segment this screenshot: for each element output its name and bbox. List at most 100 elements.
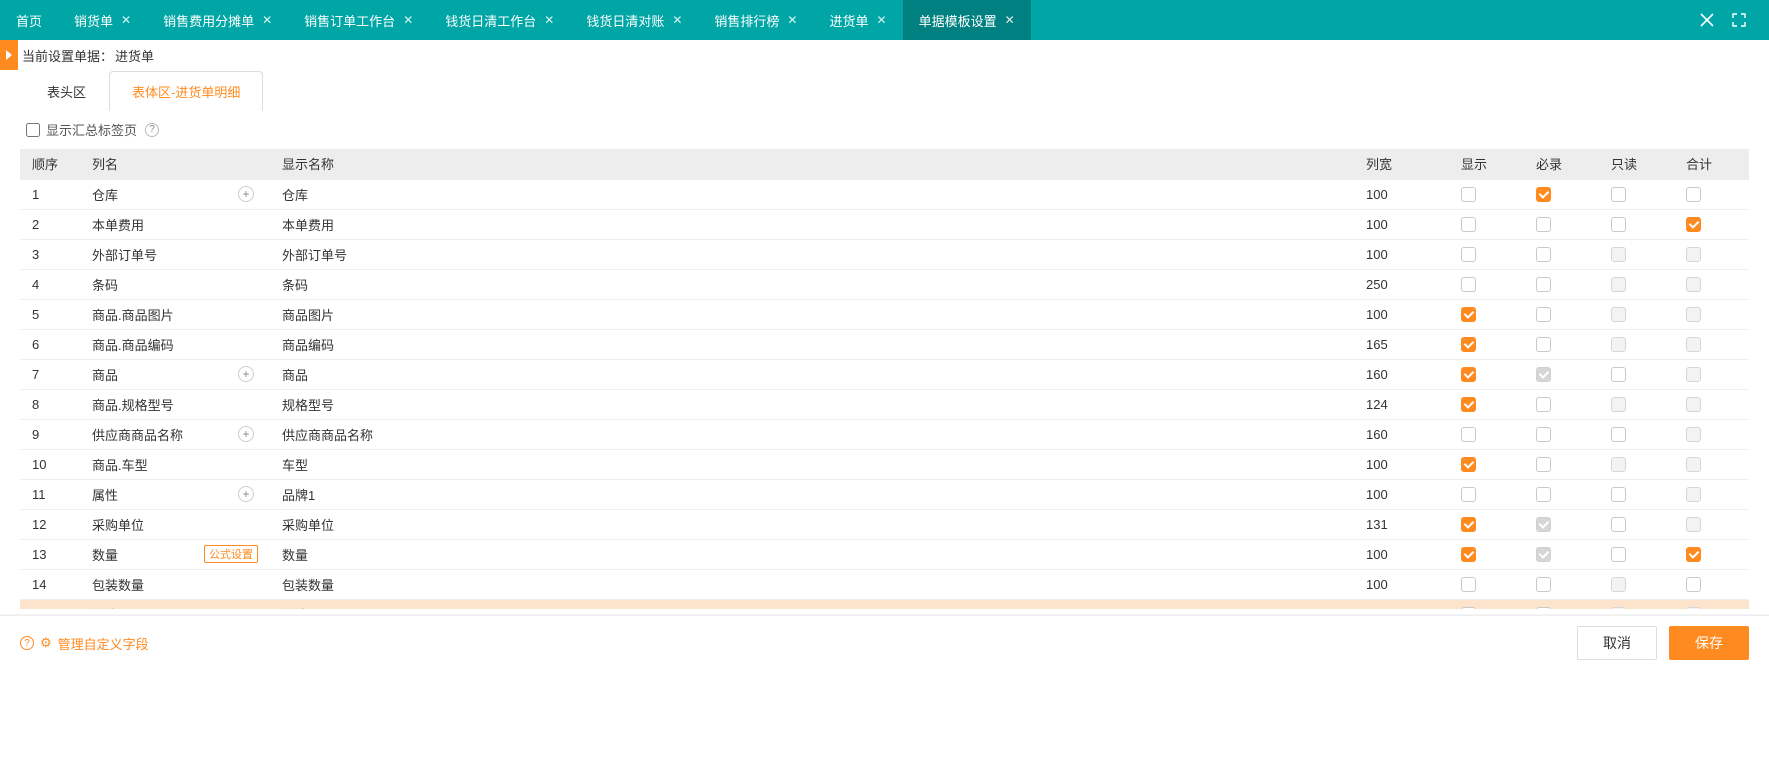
checkbox[interactable] [1461, 517, 1476, 532]
cell-width[interactable]: 160 [1354, 419, 1449, 449]
checkbox[interactable] [1536, 307, 1551, 322]
checkbox[interactable] [1536, 277, 1551, 292]
cell-display[interactable]: 采购单位 [270, 509, 1354, 539]
cell-width[interactable]: 100 [1354, 449, 1449, 479]
cell-width[interactable]: 100 [1354, 539, 1449, 569]
th-readonly[interactable]: 只读 [1599, 149, 1674, 179]
checkbox[interactable] [1536, 457, 1551, 472]
cell-width[interactable]: 100 [1354, 599, 1449, 609]
table-row[interactable]: 6商品.商品编码商品编码165 [20, 329, 1749, 359]
cell-width[interactable]: 124 [1354, 389, 1449, 419]
fullscreen-button[interactable] [1725, 0, 1753, 40]
checkbox[interactable] [1611, 217, 1626, 232]
table-scroll-region[interactable]: 顺序 列名 显示名称 列宽 显示 必录 只读 合计 1仓库+仓库1002本单费用… [20, 149, 1749, 609]
checkbox[interactable] [1461, 277, 1476, 292]
cell-width[interactable]: 100 [1354, 299, 1449, 329]
checkbox[interactable] [1461, 607, 1476, 609]
checkbox[interactable] [1461, 307, 1476, 322]
tab-7[interactable]: 进货单✕ [813, 0, 902, 40]
cell-display[interactable]: 商品图片 [270, 299, 1354, 329]
cell-display[interactable]: 本单费用 [270, 209, 1354, 239]
add-child-icon[interactable]: + [238, 486, 254, 502]
cell-display[interactable]: 数量 [270, 539, 1354, 569]
cell-display[interactable]: 供应商商品名称 [270, 419, 1354, 449]
checkbox[interactable] [1461, 397, 1476, 412]
table-row[interactable]: 15单位2单位2100 [20, 599, 1749, 609]
th-seq[interactable]: 顺序 [20, 149, 80, 179]
table-row[interactable]: 4条码条码250 [20, 269, 1749, 299]
subtab-0[interactable]: 表头区 [24, 71, 109, 111]
footer-help-icon[interactable]: ? [20, 636, 34, 650]
cell-display[interactable]: 商品 [270, 359, 1354, 389]
formula-badge[interactable]: 公式设置 [204, 545, 258, 563]
checkbox[interactable] [1611, 547, 1626, 562]
table-row[interactable]: 10商品.车型车型100 [20, 449, 1749, 479]
tab-close-icon[interactable]: ✕ [1005, 13, 1015, 27]
show-summary-checkbox[interactable] [26, 123, 40, 137]
table-row[interactable]: 3外部订单号外部订单号100 [20, 239, 1749, 269]
manage-custom-fields-link[interactable]: 管理自定义字段 [58, 634, 149, 653]
table-row[interactable]: 1仓库+仓库100 [20, 179, 1749, 209]
table-row[interactable]: 5商品.商品图片商品图片100 [20, 299, 1749, 329]
tab-close-icon[interactable]: ✕ [262, 13, 272, 27]
cell-display[interactable]: 车型 [270, 449, 1354, 479]
checkbox[interactable] [1536, 217, 1551, 232]
cell-display[interactable]: 条码 [270, 269, 1354, 299]
tab-5[interactable]: 钱货日清对账✕ [570, 0, 698, 40]
table-row[interactable]: 11属性+品牌1100 [20, 479, 1749, 509]
checkbox[interactable] [1611, 187, 1626, 202]
th-sum[interactable]: 合计 [1674, 149, 1749, 179]
checkbox[interactable] [1461, 427, 1476, 442]
cell-display[interactable]: 单位2 [270, 599, 1354, 609]
table-row[interactable]: 9供应商商品名称+供应商商品名称160 [20, 419, 1749, 449]
help-icon[interactable]: ? [145, 123, 159, 137]
cell-display[interactable]: 包装数量 [270, 569, 1354, 599]
checkbox[interactable] [1611, 427, 1626, 442]
th-name[interactable]: 列名 [80, 149, 270, 179]
table-row[interactable]: 12采购单位采购单位131 [20, 509, 1749, 539]
cancel-button[interactable]: 取消 [1577, 626, 1657, 660]
th-width[interactable]: 列宽 [1354, 149, 1449, 179]
checkbox[interactable] [1611, 487, 1626, 502]
cell-width[interactable]: 100 [1354, 569, 1449, 599]
tab-6[interactable]: 销售排行榜✕ [698, 0, 813, 40]
subtab-1[interactable]: 表体区-进货单明细 [109, 71, 263, 111]
checkbox[interactable] [1461, 217, 1476, 232]
checkbox[interactable] [1536, 427, 1551, 442]
cell-display[interactable]: 品牌1 [270, 479, 1354, 509]
table-row[interactable]: 14包装数量包装数量100 [20, 569, 1749, 599]
checkbox[interactable] [1461, 247, 1476, 262]
add-child-icon[interactable]: + [238, 186, 254, 202]
cell-width[interactable]: 250 [1354, 269, 1449, 299]
breadcrumb-expand-icon[interactable] [0, 40, 18, 70]
checkbox[interactable] [1461, 577, 1476, 592]
th-show[interactable]: 显示 [1449, 149, 1524, 179]
checkbox[interactable] [1461, 337, 1476, 352]
checkbox[interactable] [1686, 547, 1701, 562]
cell-width[interactable]: 160 [1354, 359, 1449, 389]
cell-display[interactable]: 商品编码 [270, 329, 1354, 359]
table-row[interactable]: 13数量公式设置数量100 [20, 539, 1749, 569]
checkbox[interactable] [1611, 367, 1626, 382]
cell-width[interactable]: 165 [1354, 329, 1449, 359]
cell-width[interactable]: 100 [1354, 179, 1449, 209]
checkbox[interactable] [1686, 187, 1701, 202]
add-child-icon[interactable]: + [238, 366, 254, 382]
checkbox[interactable] [1611, 517, 1626, 532]
tab-close-icon[interactable]: ✕ [121, 13, 131, 27]
cell-width[interactable]: 100 [1354, 479, 1449, 509]
th-display[interactable]: 显示名称 [270, 149, 1354, 179]
cell-width[interactable]: 100 [1354, 209, 1449, 239]
checkbox[interactable] [1686, 217, 1701, 232]
cell-display[interactable]: 外部订单号 [270, 239, 1354, 269]
checkbox[interactable] [1461, 367, 1476, 382]
tab-4[interactable]: 钱货日清工作台✕ [429, 0, 570, 40]
checkbox[interactable] [1536, 577, 1551, 592]
close-all-tabs-button[interactable] [1693, 0, 1721, 40]
tab-0[interactable]: 首页 [0, 0, 58, 40]
table-row[interactable]: 2本单费用本单费用100 [20, 209, 1749, 239]
cell-width[interactable]: 100 [1354, 239, 1449, 269]
checkbox[interactable] [1461, 547, 1476, 562]
table-row[interactable]: 8商品.规格型号规格型号124 [20, 389, 1749, 419]
save-button[interactable]: 保存 [1669, 626, 1749, 660]
